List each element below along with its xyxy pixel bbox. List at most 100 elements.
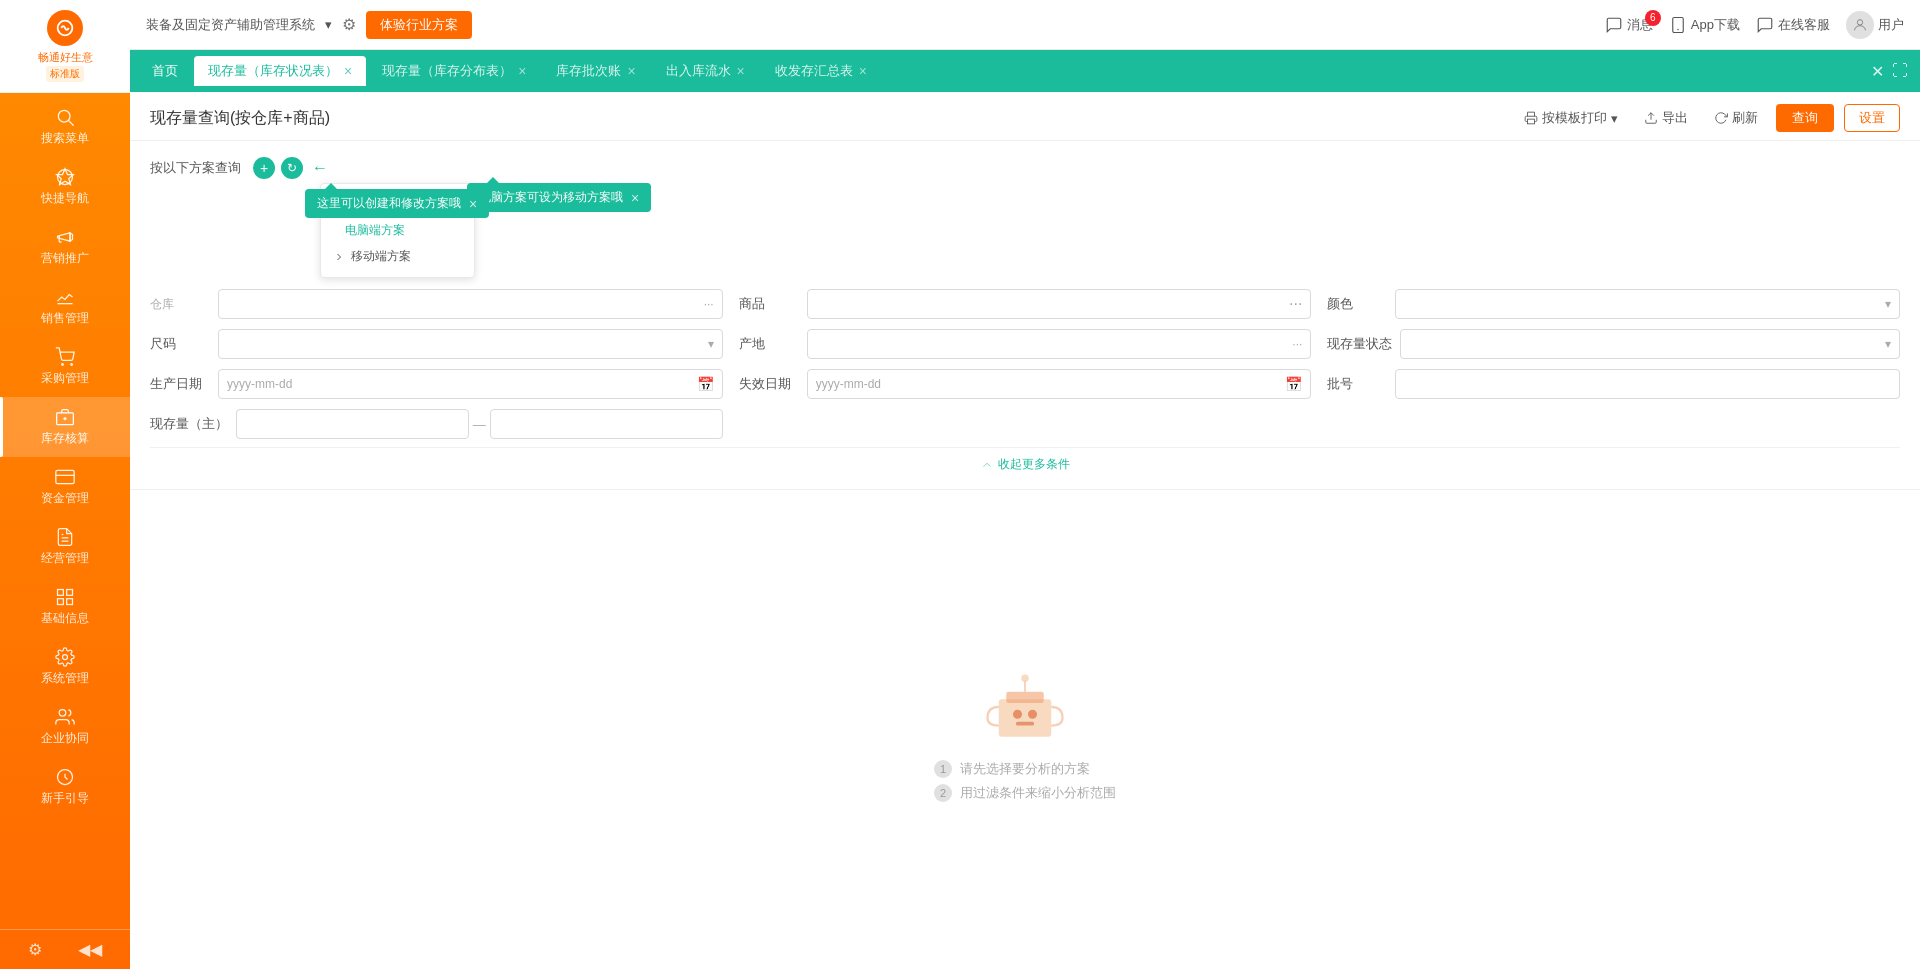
sidebar-item-quick-nav[interactable]: 快捷导航 — [0, 157, 130, 217]
tab-home[interactable]: 首页 — [138, 56, 192, 86]
origin-select[interactable]: ··· — [807, 329, 1312, 359]
tab-inventory-dist[interactable]: 现存量（库存分布表） × — [368, 56, 540, 86]
header-right: 消息 6 App下载 在线客服 用户 — [1605, 11, 1904, 39]
sidebar-bottom: ⚙ ◀◀ — [0, 929, 130, 969]
tooltip-scheme-close[interactable]: × — [631, 190, 639, 206]
settings-icon[interactable]: ⚙ — [342, 15, 356, 34]
collapse-bar[interactable]: 收起更多条件 — [150, 447, 1900, 477]
tab-close-inventory-status[interactable]: × — [344, 63, 352, 79]
tab-receive-summary[interactable]: 收发存汇总表 × — [761, 56, 881, 86]
goods-ellipsis[interactable]: ··· — [1289, 295, 1302, 313]
page-actions: 按模板打印 ▾ 导出 刷新 查询 设置 — [1516, 104, 1900, 132]
tab-inventory-status[interactable]: 现存量（库存状况表） × — [194, 56, 366, 86]
filter-cell-warehouse: 仓库 ··· — [150, 289, 723, 319]
settings-btn[interactable]: 设置 — [1844, 104, 1900, 132]
svg-point-31 — [1013, 709, 1022, 718]
collapse-label: 收起更多条件 — [998, 456, 1070, 473]
sidebar-item-enterprise[interactable]: 企业协同 — [0, 697, 130, 757]
trial-btn[interactable]: 体验行业方案 — [366, 11, 472, 39]
back-scheme-btn[interactable]: ← — [309, 157, 331, 179]
filter-grid-row4: 现存量（主） — — [150, 409, 1900, 439]
sidebar-settings-icon[interactable]: ⚙ — [28, 940, 42, 959]
filter-cell-stock-status: 现存量状态 ▾ — [1327, 329, 1900, 359]
sidebar-item-finance[interactable]: 资金管理 — [0, 457, 130, 517]
print-btn[interactable]: 按模板打印 ▾ — [1516, 105, 1626, 131]
expire-date-label: 失效日期 — [739, 375, 799, 393]
system-dropdown[interactable]: ▾ — [325, 17, 332, 32]
header-left: 装备及固定资产辅助管理系统 ▾ ⚙ 体验行业方案 — [146, 11, 472, 39]
sidebar-item-sales[interactable]: 销售管理 — [0, 277, 130, 337]
sidebar-item-system[interactable]: 系统管理 — [0, 637, 130, 697]
stock-main-min[interactable] — [236, 409, 469, 439]
tab-fullscreen-icon[interactable]: ⛶ — [1892, 62, 1908, 80]
range-dash: — — [473, 417, 486, 432]
export-label: 导出 — [1662, 109, 1688, 127]
filter-cell-color: 颜色 ▾ — [1327, 289, 1900, 319]
stock-main-label: 现存量（主） — [150, 415, 228, 433]
expire-date-input[interactable]: yyyy-mm-dd 📅 — [807, 369, 1312, 399]
online-support-label: 在线客服 — [1778, 16, 1830, 34]
sidebar-item-marketing[interactable]: 营销推广 — [0, 217, 130, 277]
stock-status-label: 现存量状态 — [1327, 335, 1392, 353]
system-name: 装备及固定资产辅助管理系统 — [146, 16, 315, 34]
sidebar-item-basic-info[interactable]: 基础信息 — [0, 577, 130, 637]
size-select[interactable]: ▾ — [218, 329, 723, 359]
messages-action[interactable]: 消息 6 — [1605, 16, 1653, 34]
refresh-scheme-btn[interactable]: ↻ — [281, 157, 303, 179]
scheme-item-desktop[interactable]: 电脑端方案 — [321, 217, 474, 244]
stock-main-max[interactable] — [490, 409, 723, 439]
tab-close-all-icon[interactable]: ✕ — [1871, 62, 1884, 81]
goods-select[interactable]: ··· — [807, 289, 1312, 319]
tooltip-scheme2-close[interactable]: × — [469, 196, 477, 212]
print-chevron: ▾ — [1611, 111, 1618, 126]
tab-close-batch-account[interactable]: × — [627, 63, 635, 79]
warehouse-label: 仓库 — [150, 296, 210, 313]
refresh-btn[interactable]: 刷新 — [1706, 105, 1766, 131]
logo-icon — [47, 10, 83, 46]
tooltip-scheme: 电脑方案可设为移动方案哦 × — [467, 183, 651, 212]
svg-point-32 — [1028, 709, 1037, 718]
prod-date-calendar-icon[interactable]: 📅 — [697, 376, 714, 392]
tab-inout-flow[interactable]: 出入库流水 × — [652, 56, 759, 86]
export-btn[interactable]: 导出 — [1636, 105, 1696, 131]
user-action[interactable]: 用户 — [1846, 11, 1904, 39]
filter-grid-row3: 生产日期 yyyy-mm-dd 📅 失效日期 yyyy-mm-dd 📅 — [150, 369, 1900, 399]
origin-label: 产地 — [739, 335, 799, 353]
sidebar-item-operations[interactable]: 经营管理 — [0, 517, 130, 577]
svg-rect-20 — [67, 599, 73, 605]
logo-area: 畅通好生意 标准版 — [0, 0, 130, 93]
scheme-group-mobile[interactable]: 移动端方案 — [321, 244, 474, 269]
query-btn[interactable]: 查询 — [1776, 104, 1834, 132]
messages-badge: 6 — [1645, 10, 1661, 26]
filter-grid-row1: 仓库 ··· 商品 ··· — [150, 289, 1900, 319]
logo-text: 畅通好生意 — [38, 50, 93, 64]
sidebar-item-purchase[interactable]: 采购管理 — [0, 337, 130, 397]
svg-rect-18 — [67, 590, 73, 596]
svg-point-26 — [1857, 19, 1862, 24]
tab-close-inout-flow[interactable]: × — [737, 63, 745, 79]
filter-row-scheme: 按以下方案查询 + ↻ ← 电脑端方案 电脑端方案 — [150, 153, 1900, 183]
step-text-1: 请先选择要分析的方案 — [960, 760, 1090, 778]
online-support-action[interactable]: 在线客服 — [1756, 16, 1830, 34]
svg-point-1 — [58, 111, 70, 123]
sidebar-item-search[interactable]: 搜索菜单 — [0, 97, 130, 157]
expire-date-calendar-icon[interactable]: 📅 — [1285, 376, 1302, 392]
batch-input[interactable] — [1395, 369, 1900, 399]
tooltip-scheme2: 这里可以创建和修改方案哦 × — [305, 189, 489, 218]
svg-point-8 — [62, 364, 64, 366]
sidebar-item-inventory[interactable]: 库存核算 — [0, 397, 130, 457]
app-download-action[interactable]: App下载 — [1669, 16, 1740, 34]
sidebar-collapse-icon[interactable]: ◀◀ — [78, 940, 102, 959]
step-num-1: 1 — [934, 760, 952, 778]
prod-date-input[interactable]: yyyy-mm-dd 📅 — [218, 369, 723, 399]
color-select[interactable]: ▾ — [1395, 289, 1900, 319]
stock-status-select[interactable]: ▾ — [1400, 329, 1900, 359]
warehouse-select[interactable]: ··· — [218, 289, 723, 319]
sidebar-item-guide[interactable]: 新手引导 — [0, 757, 130, 817]
svg-rect-27 — [1528, 119, 1535, 124]
tab-batch-account[interactable]: 库存批次账 × — [542, 56, 649, 86]
tab-close-receive-summary[interactable]: × — [859, 63, 867, 79]
tab-close-inventory-dist[interactable]: × — [518, 63, 526, 79]
main-area: 装备及固定资产辅助管理系统 ▾ ⚙ 体验行业方案 消息 6 App下载 在线客服 — [130, 0, 1920, 969]
add-scheme-btn[interactable]: + — [253, 157, 275, 179]
